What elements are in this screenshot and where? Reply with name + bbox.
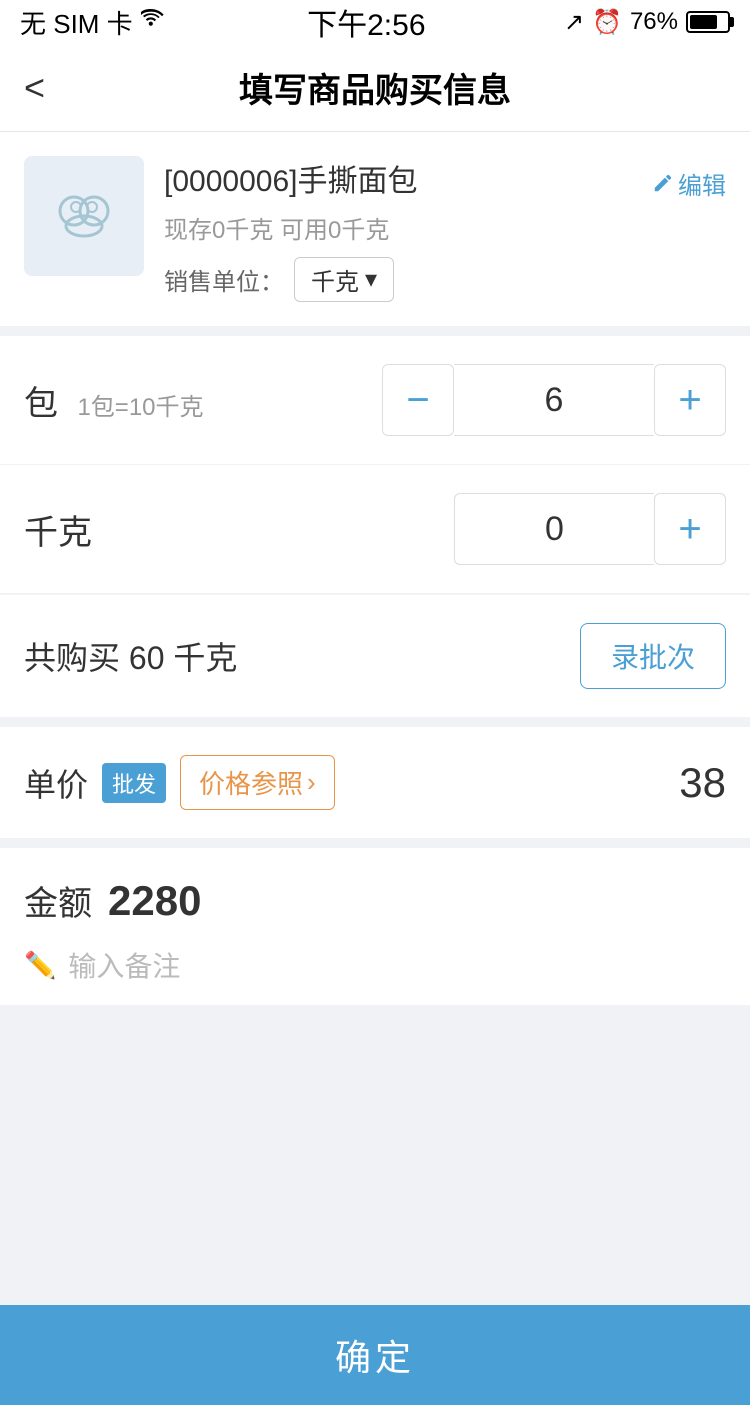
amount-section: 金额 2280 ✏️ 输入备注	[0, 848, 750, 1005]
alarm-icon: ⏰	[592, 8, 622, 37]
batch-button[interactable]: 录批次	[580, 623, 726, 689]
unit-dropdown[interactable]: 千克 ▾	[294, 257, 394, 302]
chevron-down-icon: ▾	[365, 265, 377, 294]
quantity-controls-kg: +	[454, 493, 726, 565]
unit-label-bao: 包 1包=10千克	[24, 376, 382, 425]
pifa-badge: 批发	[102, 763, 166, 803]
status-bar: 无 SIM 卡 下午2:56 ↗ ⏰ 76%	[0, 0, 750, 44]
location-icon: ↗	[564, 8, 584, 37]
amount-row: 金额 2280	[24, 876, 726, 925]
summary-text: 共购买 60 千克	[24, 633, 237, 679]
remark-placeholder: 输入备注	[68, 945, 180, 985]
battery-icon	[686, 11, 730, 33]
summary-row: 共购买 60 千克 录批次	[0, 595, 750, 727]
battery-percent: 76%	[630, 8, 678, 36]
back-button[interactable]: <	[24, 67, 45, 109]
status-left: 无 SIM 卡	[20, 4, 169, 41]
content-spacer	[0, 1005, 750, 1305]
status-right: ↗ ⏰ 76%	[564, 8, 730, 37]
unit-hint-bao: 1包=10千克	[77, 394, 203, 421]
decrease-bao-button[interactable]: −	[382, 364, 454, 436]
price-ref-button[interactable]: 价格参照 ›	[180, 755, 335, 810]
price-left: 单价 批发 价格参照 ›	[24, 755, 335, 810]
product-stock: 现存0千克 可用0千克	[164, 210, 726, 245]
product-card: [0000006]手撕面包 编辑 现存0千克 可用0千克 销售单位： 千克 ▾	[0, 132, 750, 336]
quantity-row-bao: 包 1包=10千克 − +	[0, 336, 750, 465]
product-name: [0000006]手撕面包	[164, 156, 417, 200]
chevron-right-icon: ›	[307, 767, 316, 798]
amount-value: 2280	[108, 877, 201, 925]
carrier-text: 无 SIM 卡	[20, 4, 133, 41]
increase-bao-button[interactable]: +	[654, 364, 726, 436]
price-value: 38	[679, 759, 726, 807]
price-label: 单价	[24, 760, 88, 806]
product-image	[24, 156, 144, 276]
price-section: 单价 批发 价格参照 › 38	[0, 727, 750, 848]
quantity-row-kg: 千克 +	[0, 465, 750, 594]
product-unit: 销售单位： 千克 ▾	[164, 257, 726, 302]
quantity-section: 包 1包=10千克 − + 千克 +	[0, 336, 750, 595]
status-time: 下午2:56	[307, 0, 425, 44]
unit-label-kg: 千克	[24, 505, 454, 554]
quantity-controls-bao: − +	[382, 364, 726, 436]
quantity-input-kg[interactable]	[454, 493, 654, 565]
page-title: 填写商品购买信息	[239, 63, 511, 112]
pencil-icon: ✏️	[24, 950, 56, 981]
quantity-input-bao[interactable]	[454, 364, 654, 436]
product-info: [0000006]手撕面包 编辑 现存0千克 可用0千克 销售单位： 千克 ▾	[164, 156, 726, 302]
nav-bar: < 填写商品购买信息	[0, 44, 750, 132]
edit-button[interactable]: 编辑	[652, 156, 726, 210]
wifi-icon	[141, 7, 169, 38]
amount-label: 金额	[24, 876, 92, 925]
confirm-button[interactable]: 确定	[0, 1305, 750, 1405]
increase-kg-button[interactable]: +	[654, 493, 726, 565]
remark-row[interactable]: ✏️ 输入备注	[24, 945, 726, 985]
